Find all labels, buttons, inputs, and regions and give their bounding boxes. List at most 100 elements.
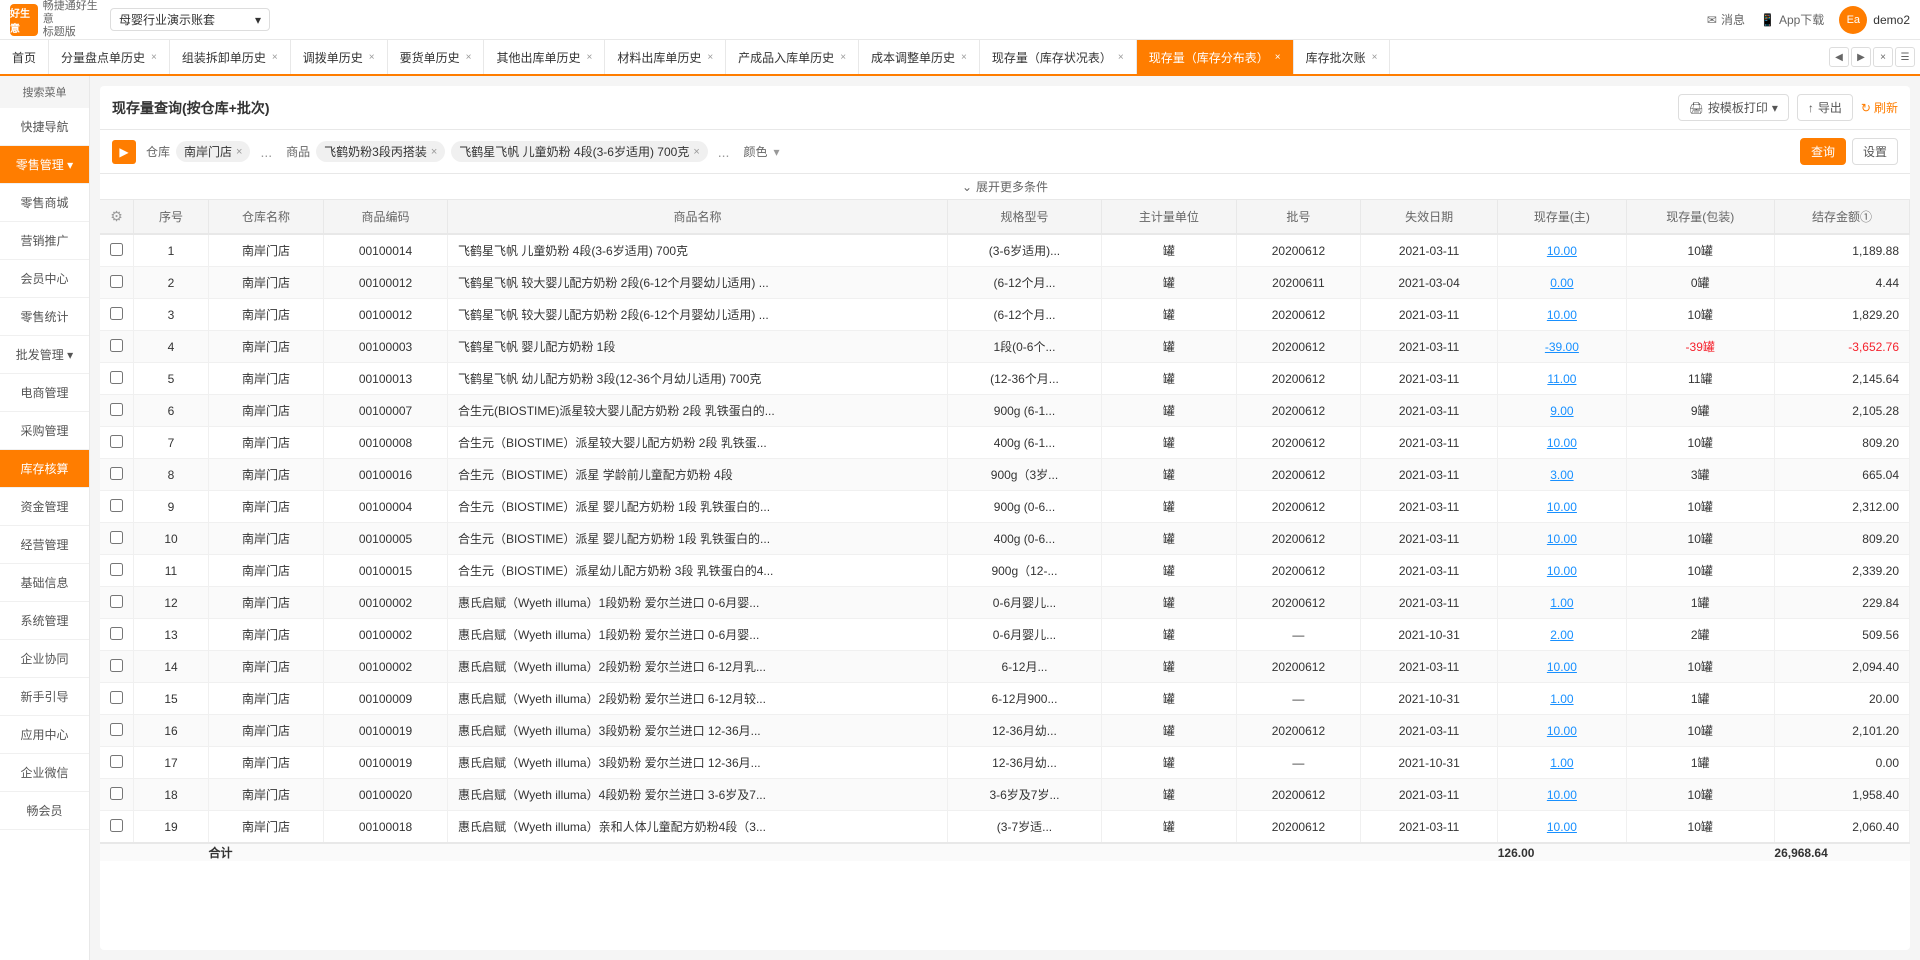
row-current-qty-main[interactable]: 10.00 xyxy=(1498,299,1626,331)
tab-combo-dismantle[interactable]: 组装拆卸单历史 × xyxy=(170,40,291,75)
row-checkbox[interactable] xyxy=(100,555,134,587)
close-icon[interactable]: × xyxy=(586,52,592,63)
sidebar-item-app-center[interactable]: 应用中心 xyxy=(0,716,89,754)
row-current-qty-main[interactable]: 9.00 xyxy=(1498,395,1626,427)
tab-batch-accounting[interactable]: 库存批次账 × xyxy=(1294,40,1391,75)
row-checkbox[interactable] xyxy=(100,779,134,811)
tab-cost-adjust[interactable]: 成本调整单历史 × xyxy=(859,40,980,75)
sidebar-item-system-mgmt[interactable]: 系统管理 xyxy=(0,602,89,640)
sidebar-quick-nav[interactable]: 快捷导航 xyxy=(0,108,89,146)
row-checkbox[interactable] xyxy=(100,683,134,715)
row-checkbox[interactable] xyxy=(100,331,134,363)
user-area[interactable]: Ea demo2 xyxy=(1839,6,1910,34)
row-checkbox[interactable] xyxy=(100,427,134,459)
row-current-qty-main[interactable]: -39.00 xyxy=(1498,331,1626,363)
row-checkbox[interactable] xyxy=(100,587,134,619)
sidebar-item-new-guide[interactable]: 新手引导 xyxy=(0,678,89,716)
row-current-qty-main[interactable]: 1.00 xyxy=(1498,747,1626,779)
row-current-qty-main[interactable]: 10.00 xyxy=(1498,523,1626,555)
remove-product-tag-2-icon[interactable]: × xyxy=(693,146,699,158)
color-filter-dropdown-icon[interactable]: ▾ xyxy=(773,145,779,159)
row-current-qty-main[interactable]: 10.00 xyxy=(1498,715,1626,747)
row-current-qty-main[interactable]: 10.00 xyxy=(1498,491,1626,523)
tab-material-outbound[interactable]: 材料出库单历史 × xyxy=(605,40,726,75)
sidebar-item-retail-mgmt[interactable]: 零售管理 ▾ xyxy=(0,146,89,184)
sidebar-item-wholesale-mgmt[interactable]: 批发管理 ▾ xyxy=(0,336,89,374)
sidebar-item-basic-info[interactable]: 基础信息 xyxy=(0,564,89,602)
warehouse-filter-tag[interactable]: 南岸门店 × xyxy=(176,141,250,162)
tab-home[interactable]: 首页 xyxy=(0,40,49,75)
row-checkbox[interactable] xyxy=(100,267,134,299)
expand-conditions-btn[interactable]: ⌄ 展开更多条件 xyxy=(962,178,1048,195)
nav-prev-btn[interactable]: ◀ xyxy=(1829,47,1849,67)
sidebar-item-retail-stats[interactable]: 零售统计 xyxy=(0,298,89,336)
sidebar-item-enterprise-collab[interactable]: 企业协同 xyxy=(0,640,89,678)
row-current-qty-main[interactable]: 10.00 xyxy=(1498,811,1626,844)
close-icon[interactable]: × xyxy=(466,52,472,63)
tab-blending[interactable]: 调拨单历史 × xyxy=(291,40,388,75)
close-icon[interactable]: × xyxy=(1118,52,1124,63)
row-current-qty-main[interactable]: 2.00 xyxy=(1498,619,1626,651)
sidebar-item-membership[interactable]: 畅会员 xyxy=(0,792,89,830)
row-current-qty-main[interactable]: 10.00 xyxy=(1498,555,1626,587)
product-more-icon[interactable]: ... xyxy=(718,144,730,160)
row-current-qty-main[interactable]: 10.00 xyxy=(1498,651,1626,683)
settings-icon[interactable]: ⚙ xyxy=(110,208,123,224)
row-checkbox[interactable] xyxy=(100,651,134,683)
close-icon[interactable]: × xyxy=(707,52,713,63)
warehouse-select[interactable]: 母婴行业演示账套 ▾ xyxy=(110,8,270,31)
tab-inventory-dist[interactable]: 现存量（库存分布表） × xyxy=(1137,40,1294,75)
close-icon[interactable]: × xyxy=(1275,52,1281,63)
row-checkbox[interactable] xyxy=(100,715,134,747)
row-checkbox[interactable] xyxy=(100,234,134,267)
row-current-qty-main[interactable]: 11.00 xyxy=(1498,363,1626,395)
sidebar-item-enterprise-wechat[interactable]: 企业微信 xyxy=(0,754,89,792)
row-current-qty-main[interactable]: 3.00 xyxy=(1498,459,1626,491)
nav-close-btn[interactable]: × xyxy=(1873,47,1893,67)
settings-btn[interactable]: 设置 xyxy=(1852,138,1898,165)
sidebar-item-business-mgmt[interactable]: 经营管理 xyxy=(0,526,89,564)
remove-product-tag-1-icon[interactable]: × xyxy=(431,146,437,158)
row-checkbox[interactable] xyxy=(100,299,134,331)
row-checkbox[interactable] xyxy=(100,459,134,491)
product-filter-tag-2[interactable]: 飞鹤星飞帆 儿童奶粉 4段(3-6岁适用) 700克 × xyxy=(451,141,707,162)
row-current-qty-main[interactable]: 10.00 xyxy=(1498,427,1626,459)
refresh-btn[interactable]: ↻ 刷新 xyxy=(1861,99,1898,116)
app-download-btn[interactable]: 📱 App下载 xyxy=(1760,11,1824,28)
sidebar-item-marketing[interactable]: 营销推广 xyxy=(0,222,89,260)
close-icon[interactable]: × xyxy=(272,52,278,63)
sidebar-search-area[interactable]: 搜索菜单 xyxy=(0,76,89,108)
export-btn[interactable]: ↑ 导出 xyxy=(1797,94,1853,121)
tab-inventory-status[interactable]: 现存量（库存状况表） × xyxy=(980,40,1137,75)
row-current-qty-main[interactable]: 1.00 xyxy=(1498,587,1626,619)
th-settings[interactable]: ⚙ xyxy=(100,200,134,234)
close-icon[interactable]: × xyxy=(840,52,846,63)
close-icon[interactable]: × xyxy=(961,52,967,63)
template-print-btn[interactable]: 🖨 按模板打印 ▾ xyxy=(1678,94,1789,121)
row-checkbox[interactable] xyxy=(100,523,134,555)
sidebar-item-retail-mall[interactable]: 零售商城 xyxy=(0,184,89,222)
row-current-qty-main[interactable]: 10.00 xyxy=(1498,234,1626,267)
close-icon[interactable]: × xyxy=(369,52,375,63)
sidebar-item-inventory-check[interactable]: 库存核算 xyxy=(0,450,89,488)
row-checkbox[interactable] xyxy=(100,491,134,523)
row-current-qty-main[interactable]: 0.00 xyxy=(1498,267,1626,299)
row-checkbox[interactable] xyxy=(100,747,134,779)
row-checkbox[interactable] xyxy=(100,363,134,395)
tab-require-goods[interactable]: 要货单历史 × xyxy=(388,40,485,75)
row-checkbox[interactable] xyxy=(100,811,134,844)
tab-split-inventory[interactable]: 分量盘点单历史 × xyxy=(49,40,170,75)
nav-next-btn[interactable]: ▶ xyxy=(1851,47,1871,67)
close-icon[interactable]: × xyxy=(151,52,157,63)
query-btn[interactable]: 查询 xyxy=(1800,138,1846,165)
row-current-qty-main[interactable]: 10.00 xyxy=(1498,779,1626,811)
sidebar-item-ecommerce-mgmt[interactable]: 电商管理 xyxy=(0,374,89,412)
warehouse-more-icon[interactable]: ... xyxy=(260,144,272,160)
product-filter-tag-1[interactable]: 飞鹤奶粉3段丙搭装 × xyxy=(316,141,445,162)
sidebar-item-purchase-mgmt[interactable]: 采购管理 xyxy=(0,412,89,450)
remove-warehouse-tag-icon[interactable]: × xyxy=(236,146,242,158)
row-checkbox[interactable] xyxy=(100,619,134,651)
tab-other-outbound[interactable]: 其他出库单历史 × xyxy=(484,40,605,75)
sidebar-item-member-center[interactable]: 会员中心 xyxy=(0,260,89,298)
row-checkbox[interactable] xyxy=(100,395,134,427)
